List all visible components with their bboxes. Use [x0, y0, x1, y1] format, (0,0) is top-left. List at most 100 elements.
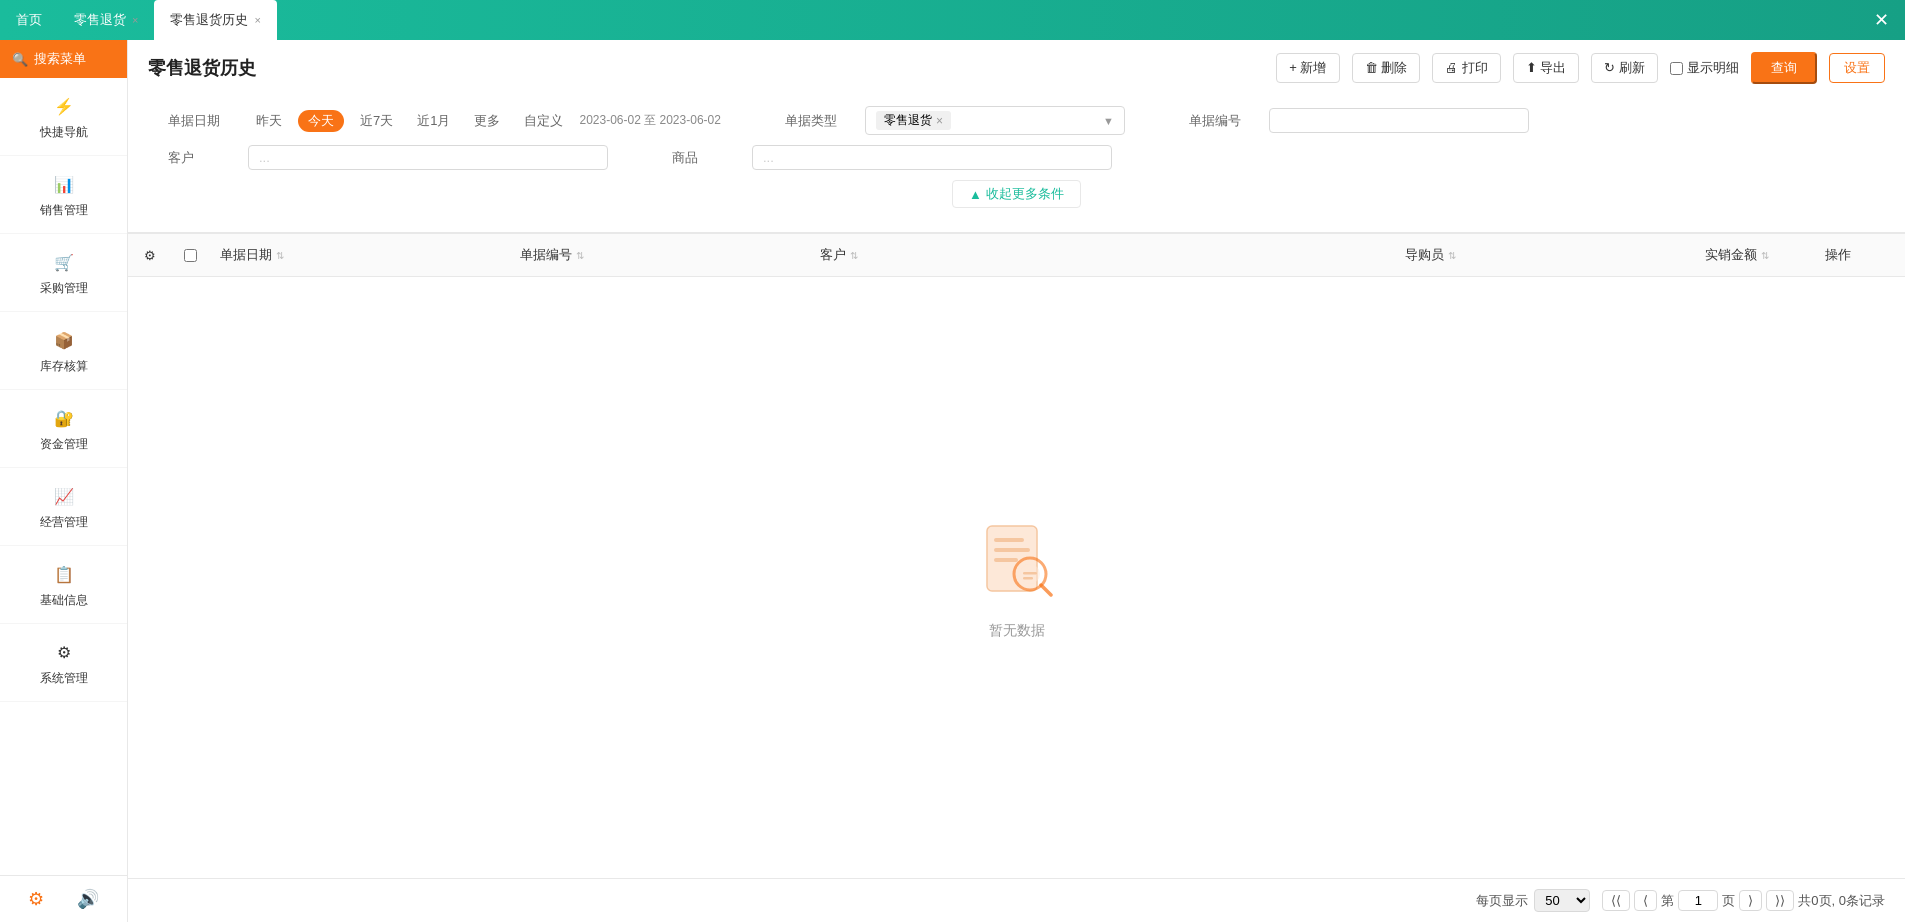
filter-area: 单据日期 昨天 今天 近7天 近1月 更多 自定义 2023-06-02 至 2…	[148, 96, 1885, 232]
svg-rect-7	[1023, 572, 1037, 575]
export-button[interactable]: ⬆ 导出	[1513, 53, 1580, 83]
page-title-row: 零售退货历史 + 新增 🗑 删除 🖨 打印 ⬆ 导出 ↻ 刷新 显示明细 查询 …	[148, 52, 1885, 84]
voucher-type-tag: 零售退货 ×	[876, 111, 951, 130]
sidebar-item-quick-nav[interactable]: ⚡ 快捷导航	[0, 78, 127, 156]
volume-icon[interactable]: 🔊	[77, 888, 99, 910]
voucher-type-arrow-icon: ▼	[1103, 115, 1114, 127]
empty-state: 暂无数据	[128, 277, 1905, 878]
sidebar-item-purchase[interactable]: 🛒 采购管理	[0, 234, 127, 312]
voucher-type-select[interactable]: 零售退货 × ▼	[865, 106, 1125, 135]
date-range-display: 2023-06-02 至 2023-06-02	[579, 112, 720, 129]
main-layout: 🔍 搜索菜单 ⚡ 快捷导航 📊 销售管理 🛒 采购管理 📦 库存核算 🔐 资金管…	[0, 40, 1905, 922]
sales-icon: 📊	[50, 170, 78, 198]
page-size-select: 每页显示 50 100 200	[1476, 889, 1590, 912]
total-records-text: 共0页, 0条记录	[1798, 892, 1885, 910]
select-all-checkbox[interactable]	[184, 249, 197, 262]
sidebar-item-operation[interactable]: 📈 经营管理	[0, 468, 127, 546]
num-sort-icon: ⇅	[576, 250, 584, 261]
th-num[interactable]: 单据编号 ⇅	[512, 246, 812, 264]
th-settings[interactable]: ⚙	[136, 248, 176, 263]
th-date[interactable]: 单据日期 ⇅	[212, 246, 512, 264]
voucher-num-input[interactable]	[1269, 108, 1529, 133]
sidebar-search[interactable]: 🔍 搜索菜单	[0, 40, 127, 78]
finance-icon: 🔐	[50, 404, 78, 432]
date-btn-1month[interactable]: 近1月	[409, 110, 458, 132]
refresh-button[interactable]: ↻ 刷新	[1591, 53, 1658, 83]
show-detail-checkbox-label: 显示明细	[1670, 59, 1739, 77]
svg-rect-3	[994, 558, 1018, 562]
close-tab-history-icon[interactable]: ×	[254, 14, 260, 26]
last-page-button[interactable]: ⟩⟩	[1766, 890, 1794, 911]
tab-list: 首页 零售退货 × 零售退货历史 ×	[0, 0, 1874, 40]
close-tab-retail-return-icon[interactable]: ×	[132, 14, 138, 26]
svg-rect-2	[994, 548, 1030, 552]
sidebar-item-basic[interactable]: 📋 基础信息	[0, 546, 127, 624]
voucher-type-clear-icon[interactable]: ×	[936, 114, 943, 128]
print-button[interactable]: 🖨 打印	[1432, 53, 1501, 83]
th-guide[interactable]: 导购员 ⇅	[1397, 246, 1697, 264]
tab-home[interactable]: 首页	[0, 0, 58, 40]
sidebar: 🔍 搜索菜单 ⚡ 快捷导航 📊 销售管理 🛒 采购管理 📦 库存核算 🔐 资金管…	[0, 40, 128, 922]
purchase-icon: 🛒	[50, 248, 78, 276]
tab-retail-return[interactable]: 零售退货 ×	[58, 0, 154, 40]
close-app-button[interactable]: ✕	[1874, 9, 1905, 31]
goods-label: 商品	[672, 149, 728, 167]
toolbar: + 新增 🗑 删除 🖨 打印 ⬆ 导出 ↻ 刷新 显示明细 查询 设置	[1276, 52, 1885, 84]
sidebar-item-finance[interactable]: 🔐 资金管理	[0, 390, 127, 468]
search-icon: 🔍	[12, 52, 28, 67]
collapse-filter-button[interactable]: ▲ 收起更多条件	[952, 180, 1081, 208]
first-page-button[interactable]: ⟨⟨	[1602, 890, 1630, 911]
top-bar: 首页 零售退货 × 零售退货历史 × ✕	[0, 0, 1905, 40]
date-filter: 昨天 今天 近7天 近1月 更多 自定义 2023-06-02 至 2023-0…	[248, 110, 721, 132]
customer-select[interactable]: ...	[248, 145, 608, 170]
show-detail-checkbox[interactable]	[1670, 62, 1683, 75]
sidebar-item-system[interactable]: ⚙ 系统管理	[0, 624, 127, 702]
svg-rect-1	[994, 538, 1024, 542]
goods-select[interactable]: ...	[752, 145, 1112, 170]
quick-nav-icon: ⚡	[50, 92, 78, 120]
query-button[interactable]: 查询	[1751, 52, 1817, 84]
date-sort-icon: ⇅	[276, 250, 284, 261]
main-content: 零售退货历史 + 新增 🗑 删除 🖨 打印 ⬆ 导出 ↻ 刷新 显示明细 查询 …	[128, 40, 1905, 922]
page-header: 零售退货历史 + 新增 🗑 删除 🖨 打印 ⬆ 导出 ↻ 刷新 显示明细 查询 …	[128, 40, 1905, 233]
table-header: ⚙ 单据日期 ⇅ 单据编号 ⇅ 客户 ⇅ 导购员	[128, 233, 1905, 277]
sidebar-item-sales[interactable]: 📊 销售管理	[0, 156, 127, 234]
customer-label: 客户	[168, 149, 224, 167]
filter-row-2: 客户 ... 商品 ...	[168, 145, 1865, 170]
new-button[interactable]: + 新增	[1276, 53, 1339, 83]
date-btn-yesterday[interactable]: 昨天	[248, 110, 290, 132]
customer-placeholder: ...	[259, 150, 270, 165]
filter-row-1: 单据日期 昨天 今天 近7天 近1月 更多 自定义 2023-06-02 至 2…	[168, 106, 1865, 135]
system-icon: ⚙	[50, 638, 78, 666]
page-number-input[interactable]	[1678, 890, 1718, 911]
sidebar-item-inventory[interactable]: 📦 库存核算	[0, 312, 127, 390]
guide-sort-icon: ⇅	[1448, 250, 1456, 261]
pagination-bar: 每页显示 50 100 200 ⟨⟨ ⟨ 第 页 ⟩ ⟩⟩ 共0页, 0条记录	[128, 878, 1905, 922]
date-btn-more[interactable]: 更多	[466, 110, 508, 132]
gear-icon[interactable]: ⚙	[28, 888, 44, 910]
sidebar-bottom: ⚙ 🔊	[0, 875, 127, 922]
page-nav: ⟨⟨ ⟨ 第 页 ⟩ ⟩⟩ 共0页, 0条记录	[1602, 890, 1885, 911]
page-title: 零售退货历史	[148, 56, 256, 80]
next-page-button[interactable]: ⟩	[1739, 890, 1762, 911]
empty-state-icon	[972, 516, 1062, 606]
tab-retail-return-history[interactable]: 零售退货历史 ×	[154, 0, 276, 40]
svg-rect-8	[1023, 577, 1033, 580]
date-btn-7days[interactable]: 近7天	[352, 110, 401, 132]
date-filter-label: 单据日期	[168, 112, 224, 130]
settings-icon[interactable]: ⚙	[144, 248, 156, 263]
per-page-dropdown[interactable]: 50 100 200	[1534, 889, 1590, 912]
date-btn-today[interactable]: 今天	[298, 110, 344, 132]
customer-sort-icon: ⇅	[850, 250, 858, 261]
svg-line-6	[1041, 585, 1051, 595]
th-customer[interactable]: 客户 ⇅	[812, 246, 1396, 264]
date-btn-custom[interactable]: 自定义	[516, 110, 571, 132]
amount-sort-icon: ⇅	[1761, 250, 1769, 261]
th-check[interactable]	[176, 249, 212, 262]
delete-button[interactable]: 🗑 删除	[1352, 53, 1421, 83]
basic-icon: 📋	[50, 560, 78, 588]
collapse-icon: ▲	[969, 187, 982, 202]
th-amount[interactable]: 实销金额 ⇅	[1697, 246, 1817, 264]
setting-button[interactable]: 设置	[1829, 53, 1885, 83]
prev-page-button[interactable]: ⟨	[1634, 890, 1657, 911]
